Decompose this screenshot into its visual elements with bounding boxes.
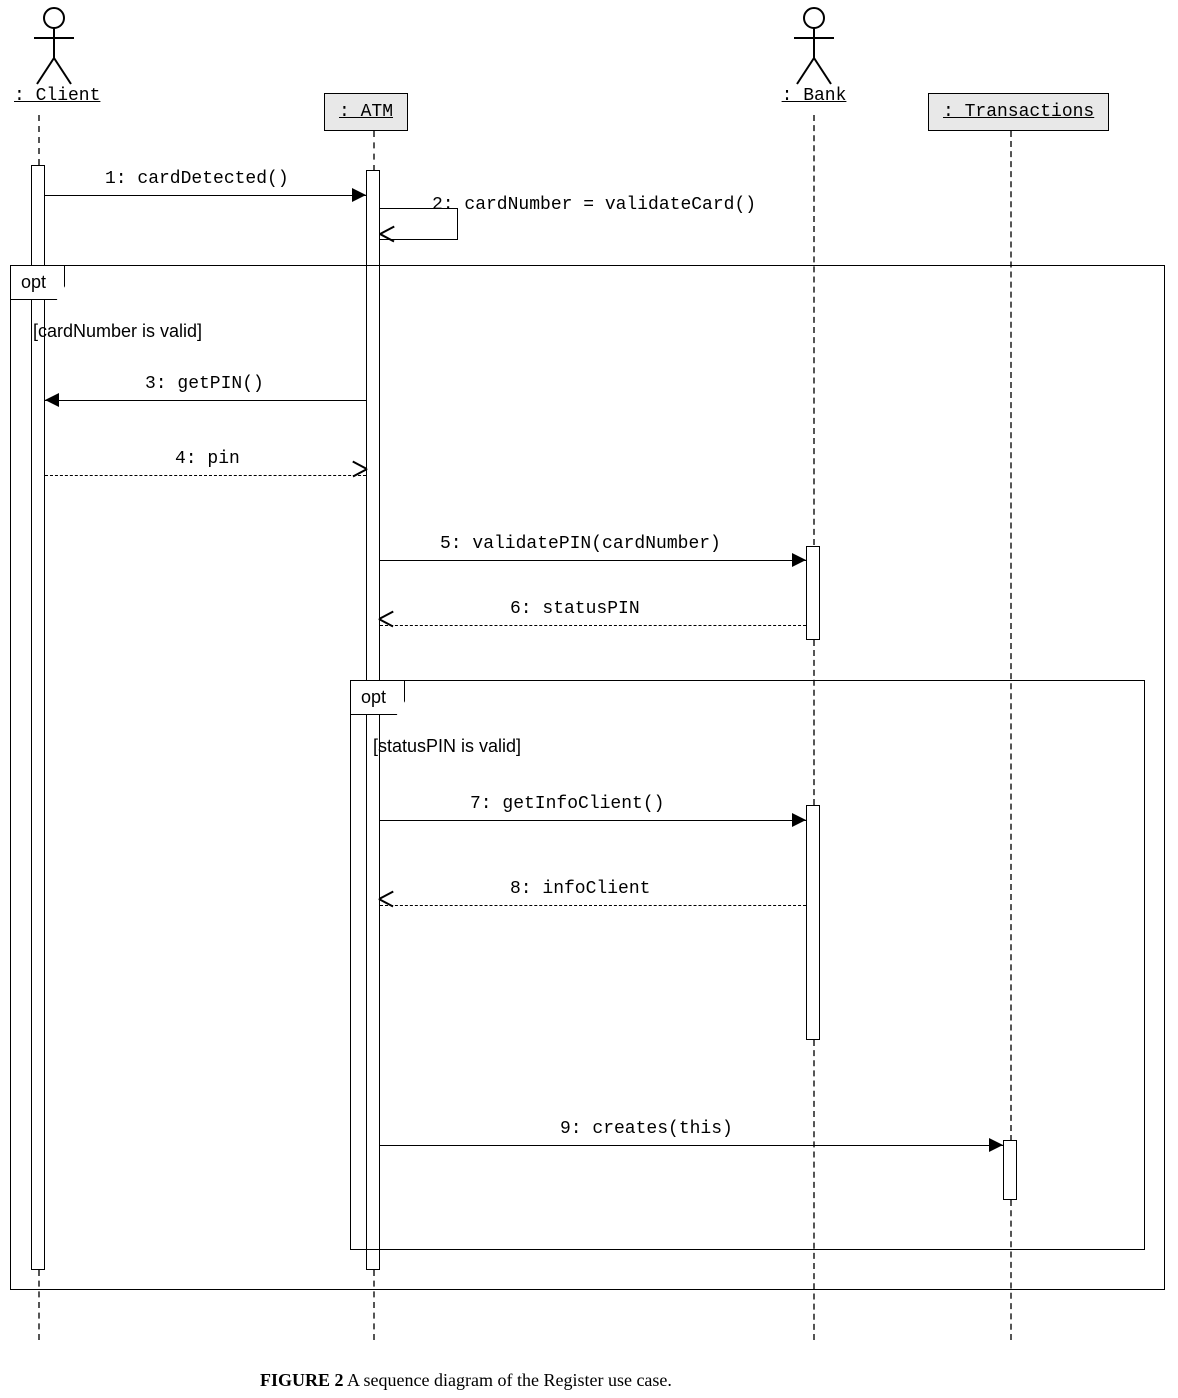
opt2-guard: [statusPIN is valid] (373, 736, 521, 757)
msg6-line (380, 625, 806, 626)
caption-text: A sequence diagram of the Register use c… (347, 1370, 672, 1390)
stick-figure-icon (29, 6, 79, 86)
msg5-arrow (792, 553, 806, 567)
msg7-label: 7: getInfoClient() (470, 794, 664, 814)
actor-bank: : Bank (774, 6, 854, 106)
opt1-label: opt (10, 265, 65, 300)
msg2-arrow (381, 233, 395, 247)
msg8-line (380, 905, 806, 906)
bank-label: : Bank (774, 86, 854, 106)
opt2-label: opt (350, 680, 405, 715)
msg7-line (380, 820, 806, 821)
atm-label: : ATM (339, 102, 393, 122)
msg1-arrow (352, 188, 366, 202)
atm-lifeline-dash (373, 131, 375, 171)
client-label: : Client (14, 86, 94, 106)
msg4-label: 4: pin (175, 449, 240, 469)
stick-figure-icon (789, 6, 839, 86)
msg3-line (45, 400, 366, 401)
msg9-line (380, 1145, 1003, 1146)
msg4-arrow (352, 468, 366, 482)
fragment-opt-statuspin: opt [statusPIN is valid] (350, 680, 1145, 1250)
msg6-label: 6: statusPIN (510, 599, 640, 619)
msg6-arrow (380, 618, 394, 632)
msg7-arrow (792, 813, 806, 827)
msg3-label: 3: getPIN() (145, 374, 264, 394)
lifeline-transactions: : Transactions (928, 93, 1109, 131)
msg9-arrow (989, 1138, 1003, 1152)
msg4-line (45, 475, 366, 476)
msg3-arrow (45, 393, 59, 407)
figure-caption: FIGURE 2 A sequence diagram of the Regis… (260, 1370, 672, 1391)
msg5-label: 5: validatePIN(cardNumber) (440, 534, 721, 554)
msg1-line (45, 195, 366, 196)
opt1-guard: [cardNumber is valid] (33, 321, 202, 342)
caption-number: FIGURE 2 (260, 1370, 344, 1390)
msg8-label: 8: infoClient (510, 879, 650, 899)
actor-client: : Client (14, 6, 94, 106)
client-lifeline-dash (38, 115, 40, 165)
lifeline-atm: : ATM (324, 93, 408, 131)
transactions-label: : Transactions (943, 102, 1094, 122)
msg9-label: 9: creates(this) (560, 1119, 733, 1139)
msg8-arrow (380, 898, 394, 912)
msg1-label: 1: cardDetected() (105, 169, 289, 189)
msg5-line (380, 560, 806, 561)
